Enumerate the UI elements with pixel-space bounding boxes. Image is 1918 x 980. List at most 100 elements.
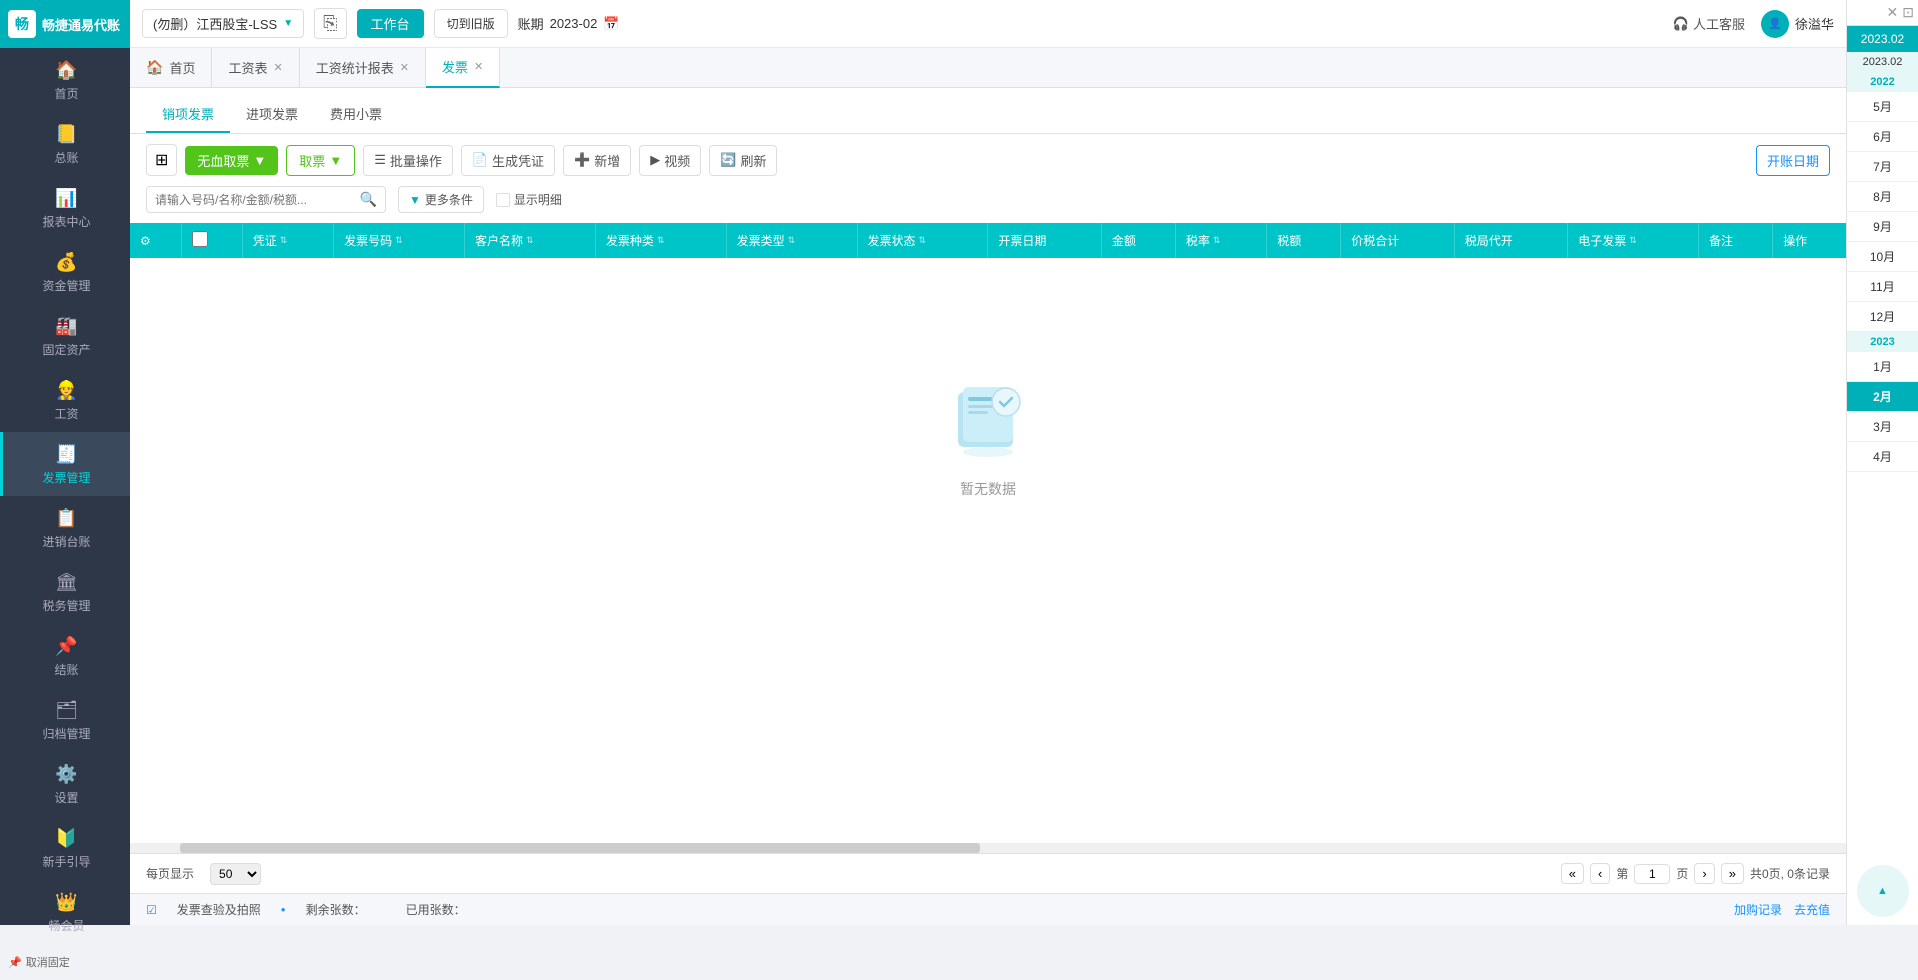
no-blood-invoice-button[interactable]: 无血取票 ▼ <box>185 146 278 175</box>
refresh-button[interactable]: 🔄 刷新 <box>709 145 777 176</box>
sub-tab-sales-invoice-label: 销项发票 <box>162 107 214 122</box>
sidebar-item-settings[interactable]: ⚙️ 设置 <box>0 752 130 816</box>
content-area: 销项发票 进项发票 费用小票 ⊞ 无血取票 ▼ 取票 ▼ ☰ <box>130 88 1846 925</box>
panel-close-button[interactable]: ✕ <box>1887 4 1899 21</box>
company-selector[interactable]: (勿删）江西股宝-LSS ▼ <box>142 9 304 38</box>
sidebar-item-sales[interactable]: 📋 进销台账 <box>0 496 130 560</box>
col-action[interactable]: 操作 <box>1773 223 1846 258</box>
month-2022-5[interactable]: 5月 <box>1847 92 1918 122</box>
tab-payroll-close[interactable]: ✕ <box>273 61 282 74</box>
month-2023-1[interactable]: 1月 <box>1847 352 1918 382</box>
col-tax-total[interactable]: 价税合计 <box>1341 223 1455 258</box>
tab-home[interactable]: 🏠 首页 <box>130 48 212 88</box>
sidebar-item-reports[interactable]: 📊 报表中心 <box>0 176 130 240</box>
next-page-button[interactable]: › <box>1694 863 1714 884</box>
sub-tab-expense-receipt[interactable]: 费用小票 <box>314 98 398 133</box>
search-icon[interactable]: 🔍 <box>360 191 377 208</box>
empty-text: 暂无数据 <box>960 479 1016 499</box>
sidebar-item-close[interactable]: 📌 结账 <box>0 624 130 688</box>
col-e-invoice[interactable]: 电子发票⇅ <box>1568 223 1699 258</box>
go-buy-link[interactable]: 去充值 <box>1794 901 1830 918</box>
month-2023-3[interactable]: 3月 <box>1847 412 1918 442</box>
col-open-date[interactable]: 开票日期 <box>988 223 1102 258</box>
sidebar-item-member[interactable]: 👑 畅会员 <box>0 880 130 944</box>
sidebar-item-archive[interactable]: 🗂 归档管理 <box>0 688 130 752</box>
show-detail-wrap[interactable]: 显示明细 <box>496 191 562 208</box>
col-voucher[interactable]: 凭证⇅ <box>242 223 333 258</box>
sidebar-item-payroll[interactable]: 👷 工资 <box>0 368 130 432</box>
switch-version-button[interactable]: 切到旧版 <box>434 9 508 38</box>
col-invoice-type[interactable]: 发票种类⇅ <box>595 223 726 258</box>
year-2022-label: 2022 <box>1847 72 1918 92</box>
header-right: 🎧 人工客服 👤 徐溢华 <box>1673 10 1834 38</box>
user-info[interactable]: 👤 徐溢华 <box>1761 10 1834 38</box>
month-2022-9[interactable]: 9月 <box>1847 212 1918 242</box>
col-checkbox[interactable] <box>181 223 242 258</box>
month-2022-6[interactable]: 6月 <box>1847 122 1918 152</box>
grid-settings-button[interactable]: ⊞ <box>146 144 177 176</box>
col-tax-rate[interactable]: 税率⇅ <box>1175 223 1266 258</box>
col-remark[interactable]: 备注 <box>1699 223 1773 258</box>
col-settings[interactable]: ⚙ <box>130 223 181 258</box>
new-icon: ➕ <box>574 152 590 168</box>
sidebar-item-tax[interactable]: 🏛 税务管理 <box>0 560 130 624</box>
month-2023-4[interactable]: 4月 <box>1847 442 1918 472</box>
sub-tab-sales-invoice[interactable]: 销项发票 <box>146 98 230 133</box>
tab-invoice-close[interactable]: ✕ <box>474 60 483 73</box>
panel-expand-button[interactable]: ⊡ <box>1902 4 1914 21</box>
workbench-button[interactable]: 工作台 <box>357 9 424 38</box>
sidebar-item-ledger[interactable]: 📒 总账 <box>0 112 130 176</box>
select-all-checkbox[interactable] <box>192 231 208 247</box>
tab-invoice[interactable]: 发票 ✕ <box>426 48 500 88</box>
month-2023-2[interactable]: 2月 <box>1847 382 1918 412</box>
filter-icon: ▼ <box>409 193 421 207</box>
col-tax-code[interactable]: 税局代开 <box>1454 223 1568 258</box>
col-invoice-status[interactable]: 发票状态⇅ <box>857 223 988 258</box>
main-content: (勿删）江西股宝-LSS ▼ ⎘ 工作台 切到旧版 账期 2023-02 📅 🎧… <box>130 0 1846 925</box>
search-input[interactable] <box>155 193 354 207</box>
period-calendar-icon[interactable]: 📅 <box>603 16 619 32</box>
footer-check-label: 发票查验及拍照 <box>177 901 261 918</box>
month-2022-7[interactable]: 7月 <box>1847 152 1918 182</box>
right-panel: ✕ ⊡ 2023.02 2023.02 2022 5月 6月 7月 8月 9月 … <box>1846 0 1918 925</box>
get-invoice-button[interactable]: 取票 ▼ <box>286 145 355 176</box>
last-page-button[interactable]: » <box>1721 863 1744 884</box>
scrollbar-thumb[interactable] <box>180 843 980 853</box>
customer-service-button[interactable]: 🎧 人工客服 <box>1673 14 1745 33</box>
open-period-button[interactable]: 开账日期 <box>1756 145 1830 176</box>
horizontal-scrollbar[interactable] <box>130 843 1846 853</box>
gen-voucher-button[interactable]: 📄 生成凭证 <box>461 145 555 176</box>
copy-button[interactable]: ⎘ <box>314 8 346 39</box>
tab-payroll-report[interactable]: 工资统计报表 ✕ <box>300 48 426 88</box>
sidebar-item-guide[interactable]: 🔰 新手引导 <box>0 816 130 880</box>
sidebar-item-funds[interactable]: 💰 资金管理 <box>0 240 130 304</box>
batch-op-button[interactable]: ☰ 批量操作 <box>363 145 453 176</box>
new-button[interactable]: ➕ 新增 <box>563 145 631 176</box>
video-button[interactable]: ▶ 视频 <box>639 145 701 176</box>
page-number-input[interactable] <box>1634 864 1670 884</box>
sub-tab-purchase-invoice[interactable]: 进项发票 <box>230 98 314 133</box>
sidebar-footer-pin[interactable]: 📌 取消固定 <box>0 944 130 980</box>
panel-scroll-up-button[interactable]: ▲ <box>1857 865 1909 917</box>
more-filter-button[interactable]: ▼ 更多条件 <box>398 186 484 213</box>
month-2022-12[interactable]: 12月 <box>1847 302 1918 332</box>
sidebar-item-fixed-assets[interactable]: 🏭 固定资产 <box>0 304 130 368</box>
tab-payroll-label: 工资表 <box>228 58 267 77</box>
add-record-link[interactable]: 加购记录 <box>1734 901 1782 918</box>
col-invoice-cat[interactable]: 发票类型⇅ <box>726 223 857 258</box>
col-amount[interactable]: 金额 <box>1101 223 1175 258</box>
col-customer-name[interactable]: 客户名称⇅ <box>464 223 595 258</box>
page-size-select[interactable]: 50 10 20 100 <box>210 863 261 885</box>
col-tax[interactable]: 税额 <box>1267 223 1341 258</box>
prev-page-button[interactable]: ‹ <box>1590 863 1610 884</box>
first-page-button[interactable]: « <box>1561 863 1584 884</box>
tab-payroll[interactable]: 工资表 ✕ <box>212 48 299 88</box>
show-detail-checkbox[interactable] <box>496 193 510 207</box>
sidebar-item-invoice[interactable]: 🧾 发票管理 <box>0 432 130 496</box>
month-2022-11[interactable]: 11月 <box>1847 272 1918 302</box>
sidebar-item-home[interactable]: 🏠 首页 <box>0 48 130 112</box>
month-2022-10[interactable]: 10月 <box>1847 242 1918 272</box>
month-2022-8[interactable]: 8月 <box>1847 182 1918 212</box>
col-invoice-no[interactable]: 发票号码⇅ <box>334 223 465 258</box>
tab-payroll-report-close[interactable]: ✕ <box>400 61 409 74</box>
